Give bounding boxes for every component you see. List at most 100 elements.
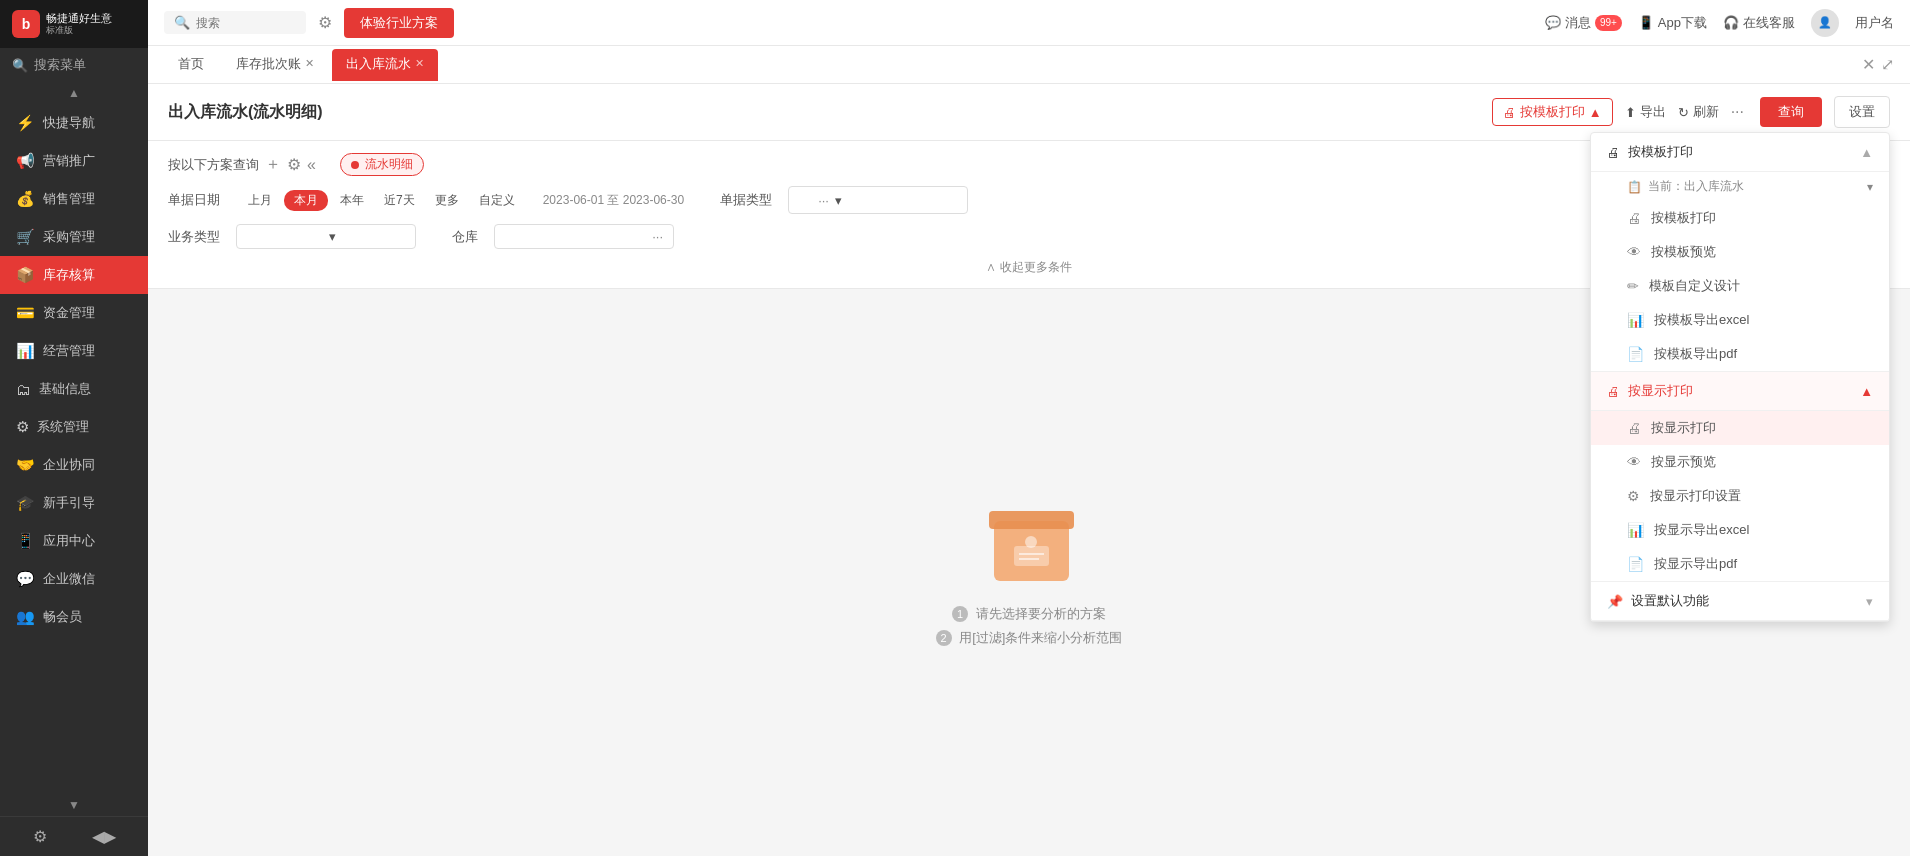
service-label: 在线客服: [1743, 14, 1795, 32]
display-export-excel-item[interactable]: 📊 按显示导出excel: [1591, 513, 1889, 547]
sidebar-item-basic[interactable]: 🗂 基础信息: [0, 370, 148, 408]
sidebar-search[interactable]: 🔍 搜索菜单: [0, 48, 148, 82]
warehouse-dropdown[interactable]: ···: [494, 224, 674, 249]
printer-icon: 🖨: [1503, 105, 1516, 120]
refresh-icon: ↻: [1678, 105, 1689, 120]
template-export-pdf-item[interactable]: 📄 按模板导出pdf: [1591, 337, 1889, 371]
inventory-icon: 📦: [16, 266, 35, 284]
user-avatar[interactable]: 👤: [1811, 9, 1839, 37]
filter-gear-icon[interactable]: ⚙: [287, 155, 301, 174]
display-print-item[interactable]: 🖨 按显示打印: [1591, 411, 1889, 445]
date-option-this-month[interactable]: 本月: [284, 190, 328, 211]
date-option-last-month[interactable]: 上月: [240, 190, 280, 211]
sidebar-item-label: 销售管理: [43, 190, 95, 208]
sidebar-scroll-down[interactable]: ▼: [0, 794, 148, 816]
template-export-excel-item[interactable]: 📊 按模板导出excel: [1591, 303, 1889, 337]
display-settings-label: 按显示打印设置: [1650, 487, 1741, 505]
page-title: 出入库流水(流水明细): [168, 102, 323, 123]
more-options-icon[interactable]: ···: [1731, 103, 1744, 121]
display-print-settings-item[interactable]: ⚙ 按显示打印设置: [1591, 479, 1889, 513]
active-filter-tag[interactable]: 流水明细: [340, 153, 424, 176]
msg-label: 消息: [1565, 14, 1591, 32]
username-label[interactable]: 用户名: [1855, 14, 1894, 32]
sidebar-item-appcenter[interactable]: 📱 应用中心: [0, 522, 148, 560]
export-button[interactable]: ⬆ 导出: [1625, 103, 1666, 121]
sidebar-item-finance[interactable]: 💳 资金管理: [0, 294, 148, 332]
doc-type-dropdown[interactable]: ··· ▾: [788, 186, 968, 214]
tab-batch-close-icon[interactable]: ✕: [305, 57, 314, 70]
template-custom-item[interactable]: ✏ 模板自定义设计: [1591, 269, 1889, 303]
settings-button[interactable]: 设置: [1834, 96, 1890, 128]
header-online-service[interactable]: 🎧 在线客服: [1723, 14, 1795, 32]
date-option-7days[interactable]: 近7天: [376, 190, 423, 211]
operations-icon: 📊: [16, 342, 35, 360]
display-pdf-icon: 📄: [1627, 556, 1644, 572]
display-print-item-icon: 🖨: [1627, 420, 1641, 436]
member-icon: 👥: [16, 608, 35, 626]
sidebar-item-label: 畅会员: [43, 608, 82, 626]
doc-type-ellipsis[interactable]: ···: [818, 193, 829, 208]
header-messages[interactable]: 💬 消息 99+: [1545, 14, 1622, 32]
sidebar-item-sales[interactable]: 💰 销售管理: [0, 180, 148, 218]
template-print-item[interactable]: 🖨 按模板打印: [1591, 201, 1889, 235]
date-range-display: 2023-06-01 至 2023-06-30: [543, 192, 684, 209]
display-print-label: 按显示打印: [1651, 419, 1716, 437]
settings-bottom-icon[interactable]: ⚙: [33, 827, 47, 846]
page-header: 出入库流水(流水明细) 🖨 按模板打印 ▲ ⬆ 导出 ↻ 刷新 🖨: [148, 84, 1910, 141]
filter-add-icon[interactable]: ＋: [265, 154, 281, 175]
sidebar-item-operations[interactable]: 📊 经营管理: [0, 332, 148, 370]
empty-svg-illustration: [979, 496, 1089, 586]
business-chevron-down-icon: ▾: [329, 229, 405, 244]
maximize-page-icon[interactable]: ⤢: [1881, 55, 1894, 74]
sidebar-item-label: 库存核算: [43, 266, 95, 284]
sidebar-item-cooperation[interactable]: 🤝 企业协同: [0, 446, 148, 484]
tab-batch-account[interactable]: 库存批次账 ✕: [222, 49, 328, 81]
display-print-section-header[interactable]: 🖨 按显示打印 ▲: [1591, 372, 1889, 411]
sidebar-item-wechat[interactable]: 💬 企业微信: [0, 560, 148, 598]
sidebar-item-system[interactable]: ⚙ 系统管理: [0, 408, 148, 446]
header-gear-icon[interactable]: ⚙: [318, 13, 332, 32]
default-section-chevron-down[interactable]: ▾: [1866, 594, 1873, 609]
sidebar-item-member[interactable]: 👥 畅会员: [0, 598, 148, 636]
tab-flow[interactable]: 出入库流水 ✕: [332, 49, 438, 81]
date-option-custom[interactable]: 自定义: [471, 190, 523, 211]
sidebar-item-guide[interactable]: 🎓 新手引导: [0, 484, 148, 522]
print-button[interactable]: 🖨 按模板打印 ▲: [1492, 98, 1613, 126]
app-badge: 标准版: [46, 25, 112, 37]
trial-button[interactable]: 体验行业方案: [344, 8, 454, 38]
default-section-header[interactable]: 📌 设置默认功能 ▾: [1591, 582, 1889, 621]
display-section-chevron-up[interactable]: ▲: [1860, 384, 1873, 399]
empty-state: 1 请先选择要分析的方案 2 用[过滤]条件来缩小分析范围: [936, 496, 1123, 649]
template-section-chevron-up[interactable]: ▲: [1860, 145, 1873, 160]
print-chevron-up-icon: ▲: [1589, 105, 1602, 120]
display-export-pdf-item[interactable]: 📄 按显示导出pdf: [1591, 547, 1889, 581]
sidebar-item-marketing[interactable]: 📢 营销推广: [0, 142, 148, 180]
business-type-label: 业务类型: [168, 228, 220, 246]
header-search-input[interactable]: [196, 16, 296, 30]
tab-flow-close-icon[interactable]: ✕: [415, 57, 424, 70]
template-preview-label: 按模板预览: [1651, 243, 1716, 261]
sidebar-item-inventory[interactable]: 📦 库存核算: [0, 256, 148, 294]
date-option-more[interactable]: 更多: [427, 190, 467, 211]
empty-tip-1: 1 请先选择要分析的方案: [936, 602, 1123, 625]
wechat-icon: 💬: [16, 570, 35, 588]
filter-collapse-icon[interactable]: «: [307, 156, 316, 174]
tab-home[interactable]: 首页: [164, 49, 218, 81]
business-type-dropdown[interactable]: ▾: [236, 224, 416, 249]
header-app-download[interactable]: 📱 App下载: [1638, 14, 1707, 32]
collapse-sidebar-icon[interactable]: ◀▶: [92, 827, 116, 846]
date-option-this-year[interactable]: 本年: [332, 190, 372, 211]
template-print-section-header[interactable]: 🖨 按模板打印 ▲: [1591, 133, 1889, 172]
sidebar-item-purchase[interactable]: 🛒 采购管理: [0, 218, 148, 256]
query-button[interactable]: 查询: [1760, 97, 1822, 127]
warehouse-ellipsis[interactable]: ···: [652, 229, 663, 244]
tab-resize-controls: ✕ ⤢: [1862, 55, 1894, 74]
sidebar-scroll-up[interactable]: ▲: [0, 82, 148, 104]
header-search-box[interactable]: 🔍: [164, 11, 306, 34]
sidebar-item-quick-nav[interactable]: ⚡ 快捷导航: [0, 104, 148, 142]
active-filter-label: 流水明细: [365, 156, 413, 173]
refresh-button[interactable]: ↻ 刷新: [1678, 103, 1719, 121]
close-page-icon[interactable]: ✕: [1862, 55, 1875, 74]
template-preview-item[interactable]: 👁 按模板预览: [1591, 235, 1889, 269]
display-preview-item[interactable]: 👁 按显示预览: [1591, 445, 1889, 479]
